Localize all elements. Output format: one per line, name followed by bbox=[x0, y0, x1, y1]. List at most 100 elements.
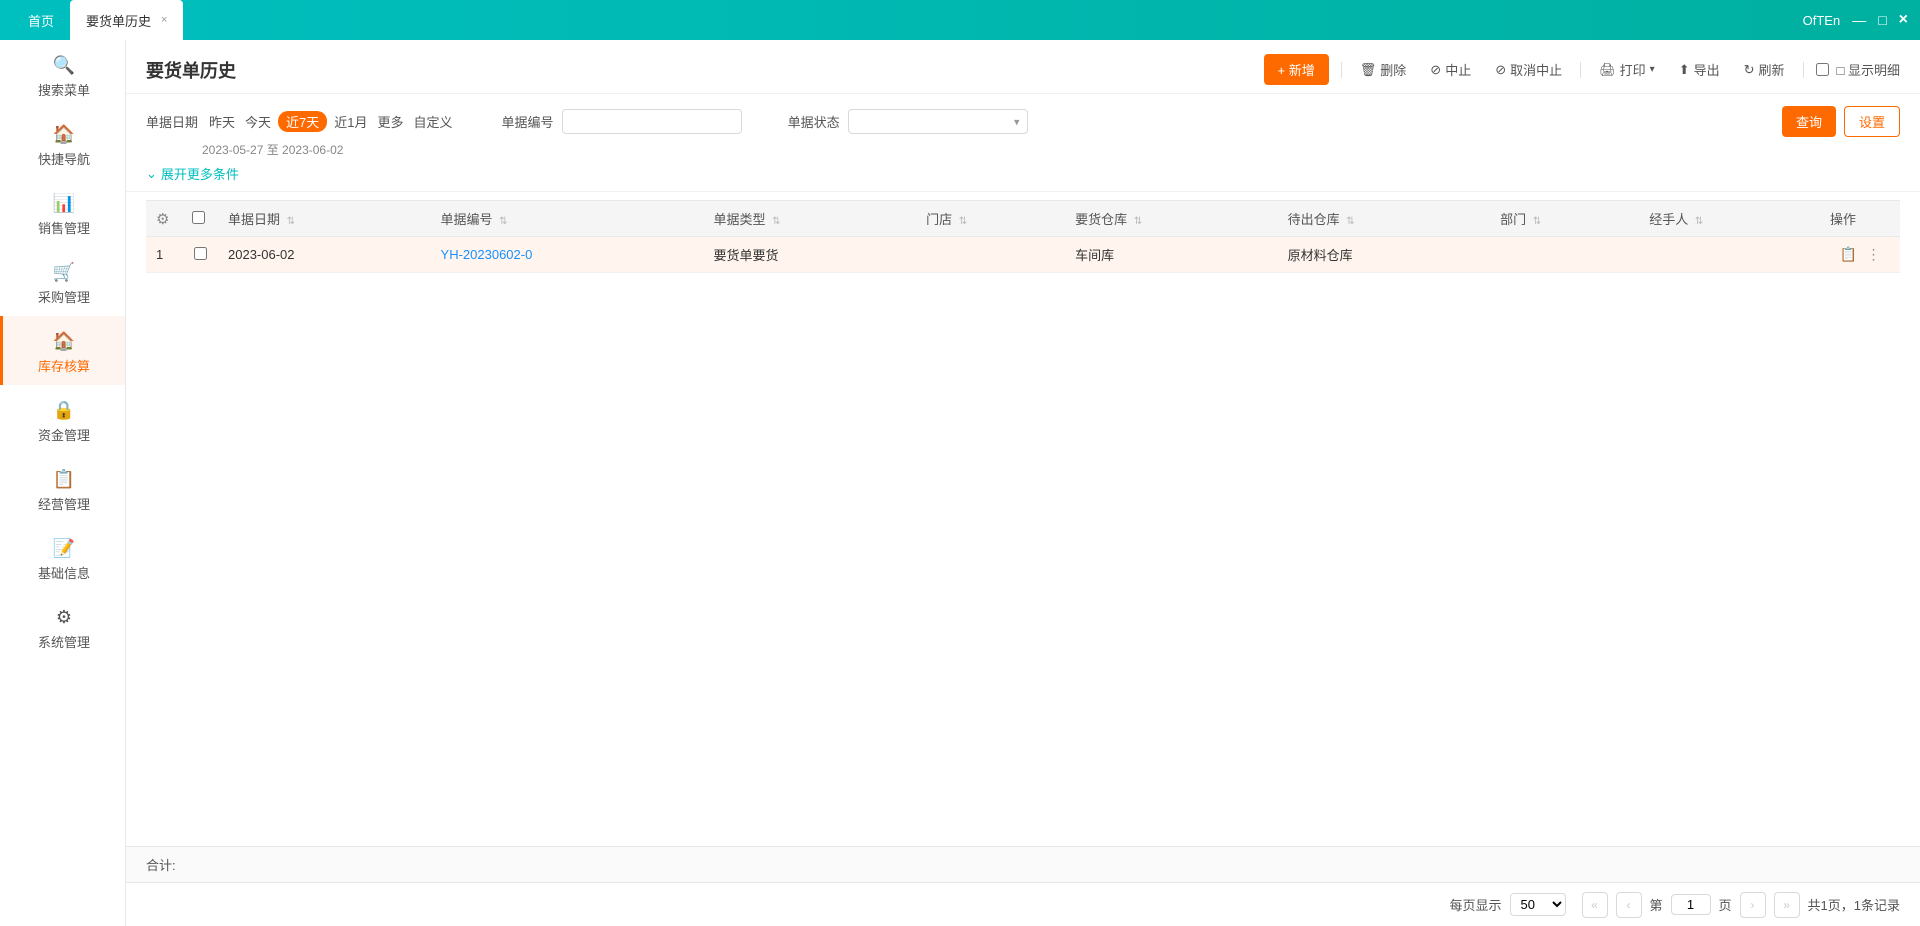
display-detail-checkbox[interactable] bbox=[1816, 63, 1829, 76]
purchase-icon: 🛒 bbox=[53, 261, 75, 283]
th-handler[interactable]: 经手人 ⇅ bbox=[1639, 201, 1820, 237]
order-no-link[interactable]: YH-20230602-0 bbox=[441, 247, 533, 262]
new-button[interactable]: + 新增 bbox=[1264, 54, 1329, 85]
sidebar-item-basic[interactable]: 📝 基础信息 bbox=[0, 523, 125, 592]
page-first-btn[interactable]: « bbox=[1582, 892, 1608, 918]
status-select[interactable] bbox=[848, 109, 1028, 134]
content-area: 要货单历史 + 新增 🗑 删除 ⊘ 中止 ⊘ 取消中止 🖨 bbox=[126, 40, 1920, 926]
th-store[interactable]: 门店 ⇅ bbox=[916, 201, 1065, 237]
sidebar-item-sales[interactable]: 📊 销售管理 bbox=[0, 178, 125, 247]
row-more-icon[interactable]: ⋮ bbox=[1867, 246, 1881, 262]
shortcut-yesterday[interactable]: 昨天 bbox=[206, 111, 238, 132]
summary-label: 合计: bbox=[146, 855, 176, 874]
status-label: 单据状态 bbox=[788, 112, 840, 131]
refresh-button[interactable]: ↻ 刷新 bbox=[1738, 56, 1791, 83]
th-date[interactable]: 单据日期 ⇅ bbox=[218, 201, 431, 237]
th-date-label: 单据日期 bbox=[228, 212, 280, 227]
row-edit-icon[interactable]: 📋 bbox=[1839, 246, 1856, 262]
export-icon: ⬆ bbox=[1679, 62, 1690, 78]
refresh-label: 刷新 bbox=[1759, 60, 1785, 79]
cancel-stop-button[interactable]: ⊘ 取消中止 bbox=[1489, 56, 1568, 83]
sidebar-label-search: 搜索菜单 bbox=[38, 80, 90, 99]
filter-actions: 查询 设置 bbox=[1782, 106, 1900, 137]
sort-pending-warehouse-icon: ⇅ bbox=[1346, 216, 1354, 227]
cell-handler bbox=[1639, 237, 1820, 273]
shortcut-custom[interactable]: 自定义 bbox=[411, 111, 456, 132]
th-store-label: 门店 bbox=[926, 212, 952, 227]
display-detail-label: □ 显示明细 bbox=[1837, 60, 1900, 79]
close-btn[interactable]: × bbox=[1899, 11, 1908, 29]
expand-icon: ⌄ bbox=[146, 166, 157, 182]
cell-checkbox bbox=[182, 237, 218, 273]
sort-department-icon: ⇅ bbox=[1533, 216, 1541, 227]
sidebar-item-system[interactable]: ⚙ 系统管理 bbox=[0, 592, 125, 661]
sidebar-label-purchase: 采购管理 bbox=[38, 287, 90, 306]
cancel-stop-label: 取消中止 bbox=[1510, 60, 1562, 79]
export-button[interactable]: ⬆ 导出 bbox=[1673, 56, 1726, 83]
status-select-wrapper bbox=[848, 109, 1028, 134]
sidebar-item-search[interactable]: 🔍 搜索菜单 bbox=[0, 40, 125, 109]
display-detail-toggle[interactable]: □ 显示明细 bbox=[1816, 60, 1900, 79]
shortcut-more[interactable]: 更多 bbox=[375, 111, 407, 132]
minimize-btn[interactable]: — bbox=[1852, 12, 1866, 28]
select-all-checkbox[interactable] bbox=[192, 211, 205, 224]
shortcut-7days[interactable]: 近7天 bbox=[278, 111, 327, 132]
stop-button[interactable]: ⊘ 中止 bbox=[1424, 56, 1477, 83]
sidebar-item-purchase[interactable]: 🛒 采购管理 bbox=[0, 247, 125, 316]
sort-req-warehouse-icon: ⇅ bbox=[1134, 216, 1142, 227]
sidebar-item-quick-nav[interactable]: 🏠 快捷导航 bbox=[0, 109, 125, 178]
table-body: 1 2023-06-02 YH-20230602-0 要货单要货 车间库 原材料… bbox=[146, 237, 1900, 273]
sidebar-label-sales: 销售管理 bbox=[38, 218, 90, 237]
th-req-warehouse[interactable]: 要货仓库 ⇅ bbox=[1065, 201, 1278, 237]
print-button[interactable]: 🖨 打印 ▾ bbox=[1593, 56, 1661, 83]
stop-label: 中止 bbox=[1445, 60, 1471, 79]
page-unit-label: 页 bbox=[1719, 895, 1732, 914]
sales-icon: 📊 bbox=[53, 192, 75, 214]
th-order-no[interactable]: 单据编号 ⇅ bbox=[431, 201, 704, 237]
th-pending-warehouse[interactable]: 待出仓库 ⇅ bbox=[1278, 201, 1491, 237]
settings-button[interactable]: 设置 bbox=[1844, 106, 1900, 137]
delete-icon: 🗑 bbox=[1360, 62, 1377, 78]
sidebar-item-finance[interactable]: 🔒 资金管理 bbox=[0, 385, 125, 454]
expand-more-btn[interactable]: ⌄ 展开更多条件 bbox=[146, 164, 1900, 183]
th-type[interactable]: 单据类型 ⇅ bbox=[704, 201, 917, 237]
tab-order-history[interactable]: 要货单历史 × bbox=[70, 0, 183, 40]
page-last-btn[interactable]: » bbox=[1774, 892, 1800, 918]
sidebar: 🔍 搜索菜单 🏠 快捷导航 📊 销售管理 🛒 采购管理 🏠 库存核算 🔒 资金管… bbox=[0, 40, 126, 926]
data-table: ⚙ 单据日期 ⇅ 单据编号 ⇅ bbox=[146, 200, 1900, 273]
date-range-display: 2023-05-27 至 2023-06-02 bbox=[202, 141, 1900, 158]
th-department[interactable]: 部门 ⇅ bbox=[1490, 201, 1639, 237]
stop-icon: ⊘ bbox=[1430, 62, 1441, 78]
table-row: 1 2023-06-02 YH-20230602-0 要货单要货 车间库 原材料… bbox=[146, 237, 1900, 273]
sort-date-icon: ⇅ bbox=[287, 216, 295, 227]
cell-department bbox=[1490, 237, 1639, 273]
row-checkbox[interactable] bbox=[194, 247, 207, 260]
print-label: 打印 bbox=[1620, 60, 1646, 79]
tab-close-icon[interactable]: × bbox=[161, 14, 167, 26]
top-bar: 首页 要货单历史 × OfTEn — □ × bbox=[0, 0, 1920, 40]
delete-button[interactable]: 🗑 删除 bbox=[1354, 56, 1413, 83]
shortcut-1month[interactable]: 近1月 bbox=[331, 111, 370, 132]
sidebar-label-inventory: 库存核算 bbox=[38, 356, 90, 375]
page-input[interactable] bbox=[1671, 894, 1711, 915]
query-button[interactable]: 查询 bbox=[1782, 106, 1836, 137]
sidebar-item-operation[interactable]: 📋 经营管理 bbox=[0, 454, 125, 523]
sidebar-item-inventory[interactable]: 🏠 库存核算 bbox=[0, 316, 125, 385]
page-size-select[interactable]: 20 50 100 200 bbox=[1510, 893, 1566, 916]
page-prev-btn[interactable]: ‹ bbox=[1616, 892, 1642, 918]
maximize-btn[interactable]: □ bbox=[1878, 12, 1886, 28]
order-no-input[interactable] bbox=[562, 109, 742, 134]
divider-1 bbox=[1341, 62, 1342, 78]
table-header-row: ⚙ 单据日期 ⇅ 单据编号 ⇅ bbox=[146, 201, 1900, 237]
tab-home[interactable]: 首页 bbox=[12, 0, 70, 40]
page-next-btn[interactable]: › bbox=[1740, 892, 1766, 918]
cell-pending-warehouse: 原材料仓库 bbox=[1278, 237, 1491, 273]
cell-req-warehouse: 车间库 bbox=[1065, 237, 1278, 273]
shortcut-today[interactable]: 今天 bbox=[242, 111, 274, 132]
sort-handler-icon: ⇅ bbox=[1695, 216, 1703, 227]
toolbar: + 新增 🗑 删除 ⊘ 中止 ⊘ 取消中止 🖨 打印 bbox=[1264, 54, 1900, 85]
cell-date: 2023-06-02 bbox=[218, 237, 431, 273]
home-icon: 🏠 bbox=[53, 123, 75, 145]
column-settings-icon[interactable]: ⚙ bbox=[156, 211, 169, 228]
sidebar-label-operation: 经营管理 bbox=[38, 494, 90, 513]
